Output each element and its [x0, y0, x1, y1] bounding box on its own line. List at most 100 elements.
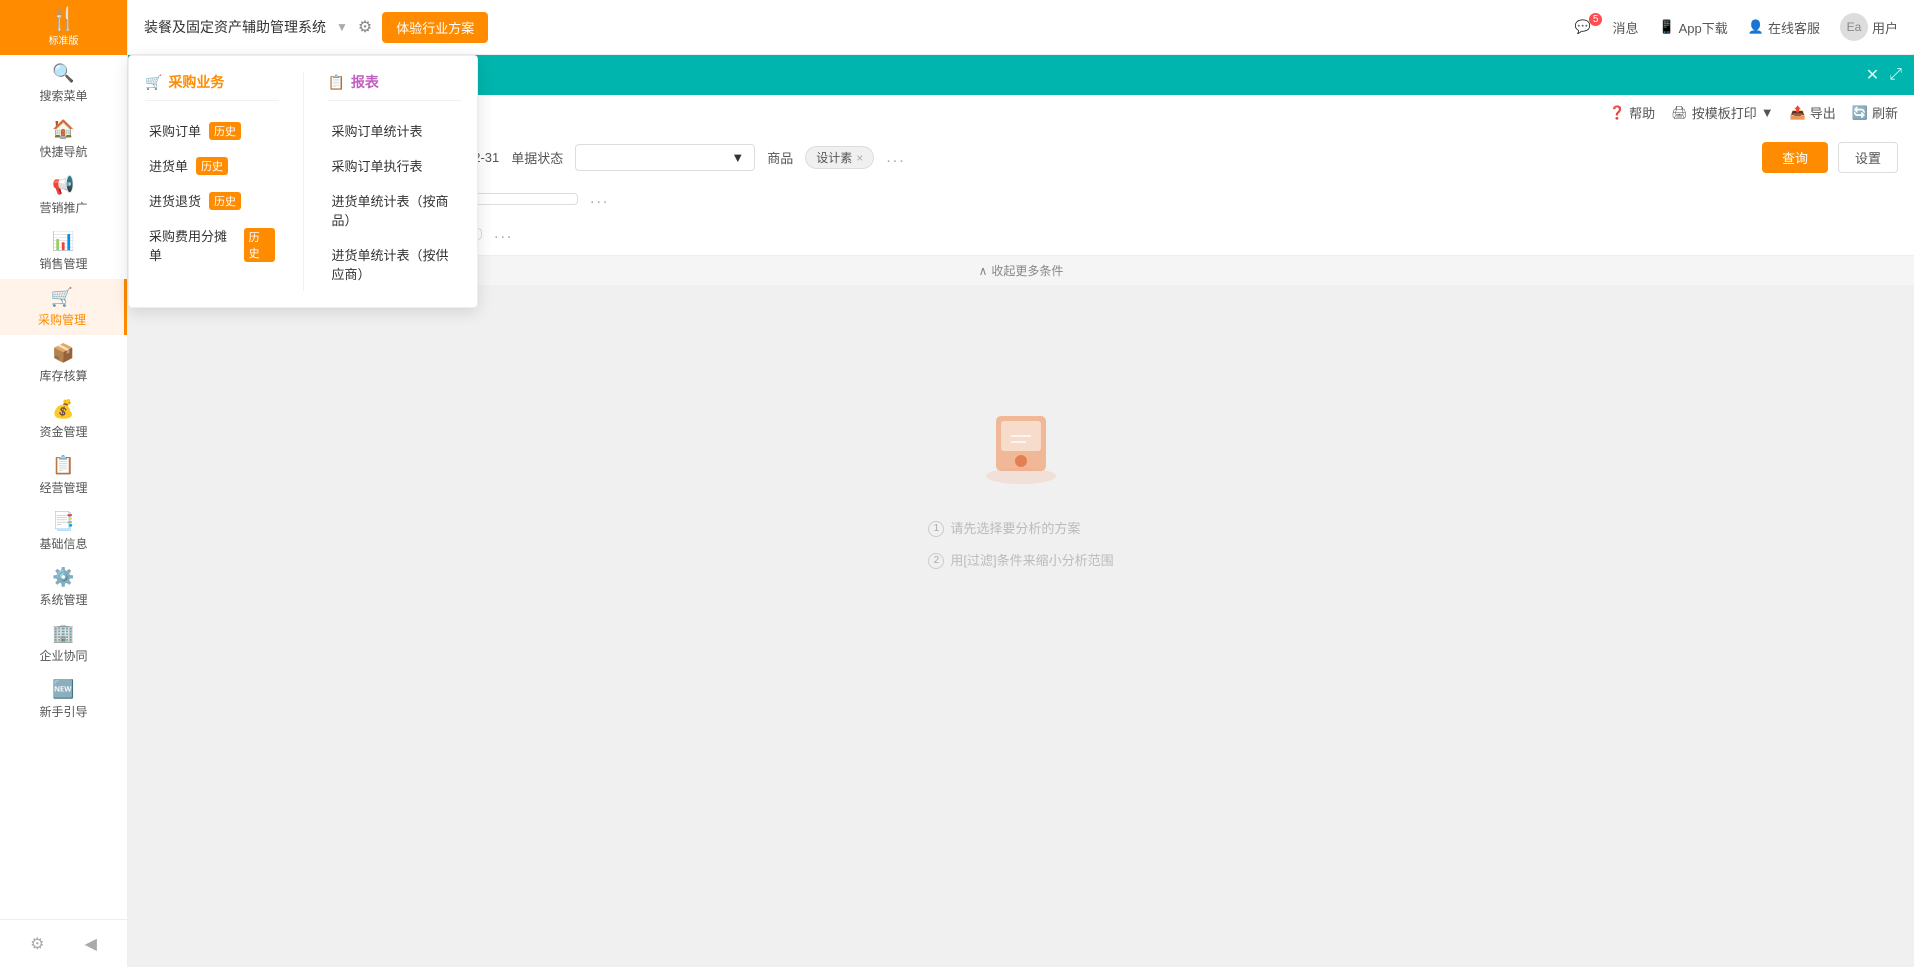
- refresh-label: 刷新: [1872, 103, 1898, 122]
- incoming-stats-supplier-item[interactable]: 进货单统计表（按供应商）: [328, 237, 462, 291]
- query-button[interactable]: 查询: [1762, 142, 1828, 173]
- tab-minimize-icon[interactable]: ✕: [1866, 65, 1879, 85]
- salesperson-dots[interactable]: ...: [590, 190, 609, 208]
- sidebar-item-search-label: 搜索菜单: [39, 87, 87, 104]
- user-label: 用户: [1872, 18, 1898, 37]
- purchase-expense-history: 历史: [244, 228, 275, 262]
- export-btn[interactable]: 📤 导出: [1790, 103, 1836, 122]
- goods-tag-value: 设计素: [816, 149, 852, 166]
- app-download-item[interactable]: 📱 App下载: [1658, 18, 1727, 37]
- sidebar-item-search[interactable]: 🔍 搜索菜单: [0, 55, 127, 111]
- doc-status-chevron: ▼: [731, 150, 744, 165]
- purchase-order-exec-label: 采购订单执行表: [332, 156, 423, 175]
- app-download-label: App下载: [1679, 18, 1728, 37]
- print-label: 按模板打印: [1692, 103, 1757, 122]
- phone-icon: 📱: [1658, 19, 1674, 35]
- sidebar-item-purchase-label: 采购管理: [38, 311, 86, 328]
- sidebar-item-enterprise-label: 企业协同: [39, 647, 87, 664]
- goods-dots[interactable]: ...: [886, 149, 905, 167]
- guide-icon: 🆕: [52, 679, 74, 700]
- avatar: Ea: [1840, 13, 1868, 41]
- settings-button[interactable]: 设置: [1838, 142, 1898, 173]
- sidebar-item-quick-nav[interactable]: 🏠 快捷导航: [0, 111, 127, 167]
- customer-dots[interactable]: ...: [494, 225, 513, 243]
- sidebar-item-guide-label: 新手引导: [39, 703, 87, 720]
- purchase-expense-item[interactable]: 采购费用分摊单 历史: [145, 218, 279, 272]
- purchase-col-icon: 🛒: [145, 74, 162, 91]
- operations-icon: 📋: [52, 455, 74, 476]
- purchase-order-exec-item[interactable]: 采购订单执行表: [328, 148, 462, 183]
- topbar-right: 💬 5 消息 📱 App下载 👤 在线客服 Ea 用户: [1575, 13, 1898, 41]
- incoming-order-item[interactable]: 进货单 历史: [145, 148, 279, 183]
- purchase-dropdown-menu: 🛒 采购业务 采购订单 历史 进货单 历史 进货退货 历史 采购费用分摊单 历史…: [128, 55, 478, 308]
- sidebar-item-marketing[interactable]: 📢 营销推广: [0, 167, 127, 223]
- doc-status-select[interactable]: ▼: [575, 144, 755, 171]
- refresh-btn[interactable]: 🔄 刷新: [1852, 103, 1898, 122]
- sidebar-item-operations[interactable]: 📋 经营管理: [0, 447, 127, 503]
- sales-icon: 📊: [52, 231, 74, 252]
- purchase-order-stats-label: 采购订单统计表: [332, 121, 423, 140]
- message-badge: 5: [1589, 13, 1603, 26]
- sidebar-item-sales[interactable]: 📊 销售管理: [0, 223, 127, 279]
- incoming-return-label: 进货退货: [149, 191, 201, 210]
- sidebar-item-inventory-label: 库存核算: [39, 367, 87, 384]
- finance-icon: 💰: [52, 399, 74, 420]
- home-icon: 🏠: [52, 119, 74, 140]
- base-info-icon: 📑: [52, 511, 74, 532]
- topbar-left: 装餐及固定资产辅助管理系统 ▼ ⚙ 体验行业方案: [144, 12, 488, 43]
- collapse-icon[interactable]: ◀: [85, 934, 97, 954]
- settings-bottom-icon[interactable]: ⚙: [30, 934, 44, 954]
- empty-state: 1 请先选择要分析的方案 2 用[过滤]条件来缩小分析范围: [128, 285, 1914, 685]
- message-item[interactable]: 💬 5 消息: [1575, 18, 1639, 37]
- report-col: 📋 报表 采购订单统计表 采购订单执行表 进货单统计表（按商品） 进货单统计表（…: [328, 72, 462, 291]
- app-logo: 🍴 标准版: [0, 0, 127, 55]
- online-service-item[interactable]: 👤 在线客服: [1748, 18, 1820, 37]
- incoming-return-item[interactable]: 进货退货 历史: [145, 183, 279, 218]
- user-item[interactable]: Ea 用户: [1840, 13, 1898, 41]
- export-label: 导出: [1810, 103, 1836, 122]
- help-icon: ❓: [1609, 105, 1625, 121]
- enterprise-icon: 🏢: [52, 623, 74, 644]
- print-dropdown-icon[interactable]: ▼: [1761, 105, 1774, 120]
- purchase-order-item[interactable]: 采购订单 历史: [145, 113, 279, 148]
- sidebar-item-operations-label: 经营管理: [39, 479, 87, 496]
- marketing-icon: 📢: [52, 175, 74, 196]
- tab-maximize-icon[interactable]: ⤢: [1889, 66, 1902, 84]
- sidebar: 🍴 标准版 🔍 搜索菜单 🏠 快捷导航 📢 营销推广 📊 销售管理 🛒 采购管理…: [0, 0, 128, 967]
- title-dropdown-icon[interactable]: ▼: [336, 20, 348, 34]
- sidebar-item-sales-label: 销售管理: [39, 255, 87, 272]
- help-btn[interactable]: ❓ 帮助: [1609, 103, 1655, 122]
- incoming-stats-goods-label: 进货单统计表（按商品）: [332, 191, 458, 229]
- sidebar-item-system[interactable]: ⚙️ 系统管理: [0, 559, 127, 615]
- goods-tag-close[interactable]: ×: [856, 151, 863, 165]
- sidebar-item-guide[interactable]: 🆕 新手引导: [0, 671, 127, 727]
- sidebar-item-finance-label: 资金管理: [39, 423, 87, 440]
- purchase-col-title: 采购业务: [168, 72, 224, 92]
- sidebar-item-inventory[interactable]: 📦 库存核算: [0, 335, 127, 391]
- message-label: 消息: [1612, 18, 1638, 37]
- sidebar-item-finance[interactable]: 💰 资金管理: [0, 391, 127, 447]
- purchase-order-label: 采购订单: [149, 121, 201, 140]
- refresh-icon: 🔄: [1852, 105, 1868, 121]
- filter-actions: 查询 设置: [1762, 142, 1898, 173]
- service-icon: 👤: [1748, 19, 1764, 35]
- sidebar-item-base-info-label: 基础信息: [39, 535, 87, 552]
- sidebar-item-base-info[interactable]: 📑 基础信息: [0, 503, 127, 559]
- inventory-icon: 📦: [52, 343, 74, 364]
- goods-label: 商品: [767, 148, 793, 167]
- industry-btn[interactable]: 体验行业方案: [382, 12, 488, 43]
- purchase-col: 🛒 采购业务 采购订单 历史 进货单 历史 进货退货 历史 采购费用分摊单 历史: [145, 72, 279, 291]
- purchase-col-header: 🛒 采购业务: [145, 72, 279, 101]
- sidebar-item-marketing-label: 营销推广: [39, 199, 87, 216]
- print-btn[interactable]: 🖨 按模板打印 ▼: [1671, 103, 1773, 122]
- sidebar-item-purchase[interactable]: 🛒 采购管理: [0, 279, 127, 335]
- logo-subtext: 标准版: [49, 32, 79, 47]
- purchase-icon: 🛒: [51, 287, 73, 308]
- purchase-order-stats-item[interactable]: 采购订单统计表: [328, 113, 462, 148]
- sidebar-item-enterprise[interactable]: 🏢 企业协同: [0, 615, 127, 671]
- incoming-stats-goods-item[interactable]: 进货单统计表（按商品）: [328, 183, 462, 237]
- topbar-settings-icon[interactable]: ⚙: [358, 17, 372, 37]
- purchase-expense-label: 采购费用分摊单: [149, 226, 236, 264]
- incoming-order-label: 进货单: [149, 156, 188, 175]
- purchase-order-history: 历史: [209, 122, 241, 140]
